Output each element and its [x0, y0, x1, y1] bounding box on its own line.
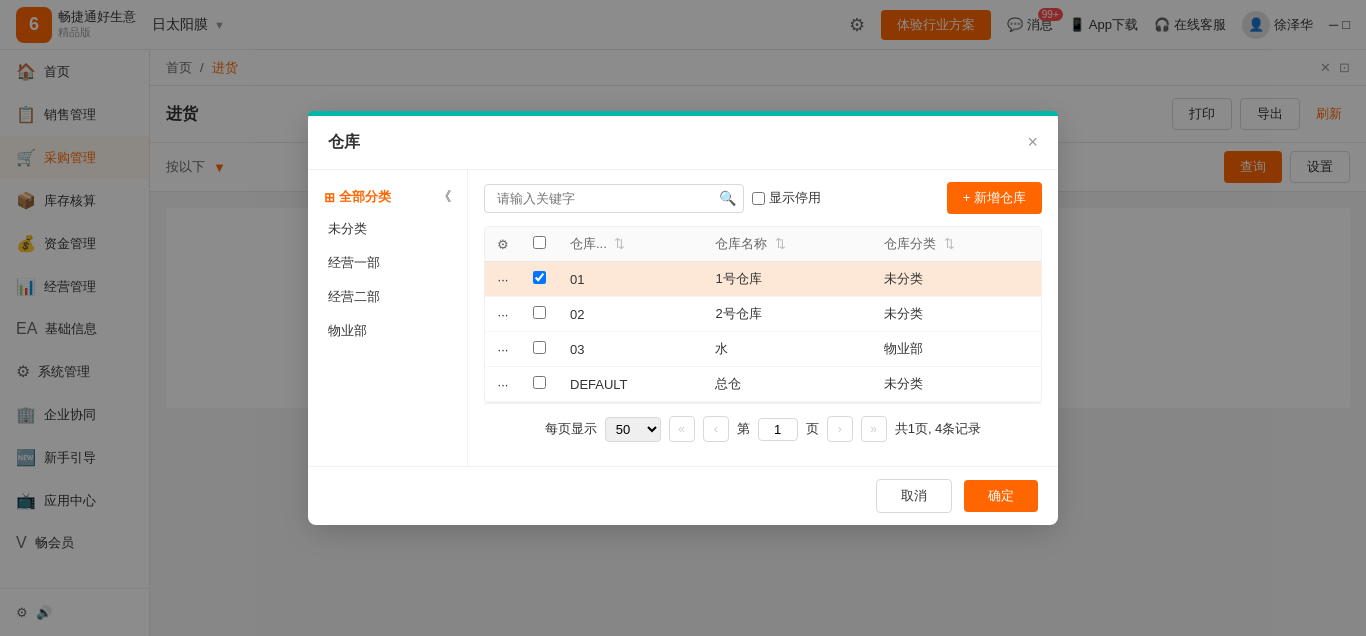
table-row[interactable]: ··· 02 2号仓库 未分类	[485, 297, 1041, 332]
search-input-wrap: 🔍	[484, 184, 744, 213]
sort-name-icon: ⇅	[775, 236, 786, 251]
category-panel: ⊞ 全部分类 《 未分类经营一部经营二部物业部	[308, 170, 468, 466]
page-label: 第	[737, 420, 750, 438]
per-page-label: 每页显示	[545, 420, 597, 438]
search-icon: 🔍	[719, 190, 736, 206]
grid-icon: ⊞	[324, 190, 335, 205]
category-collapse-icon[interactable]: 《	[438, 188, 451, 206]
per-page-select[interactable]: 501020100	[605, 417, 661, 442]
last-page-button[interactable]: »	[861, 416, 887, 442]
confirm-button[interactable]: 确定	[964, 480, 1038, 512]
page-suffix: 页	[806, 420, 819, 438]
row-name-1: 1号仓库	[703, 262, 872, 297]
row-category-4: 未分类	[872, 367, 1041, 402]
pagination: 每页显示 501020100 « ‹ 第 页 › » 共1页, 4条记录	[484, 403, 1042, 454]
modal-body: ⊞ 全部分类 《 未分类经营一部经营二部物业部 🔍 显示停用	[308, 170, 1058, 466]
first-page-button[interactable]: «	[669, 416, 695, 442]
warehouse-modal: 仓库 × ⊞ 全部分类 《 未分类经营一部经营二部物业部 🔍	[308, 111, 1058, 525]
next-page-button[interactable]: ›	[827, 416, 853, 442]
table-row[interactable]: ··· 03 水 物业部	[485, 332, 1041, 367]
category-items: 未分类经营一部经营二部物业部	[308, 212, 467, 348]
show-disabled-label[interactable]: 显示停用	[752, 189, 821, 207]
row-name-3: 水	[703, 332, 872, 367]
row-action-4[interactable]: ···	[485, 367, 521, 402]
row-category-2: 未分类	[872, 297, 1041, 332]
row-checkbox-4[interactable]	[521, 367, 558, 402]
row-category-1: 未分类	[872, 262, 1041, 297]
table-row[interactable]: ··· DEFAULT 总仓 未分类	[485, 367, 1041, 402]
col-name: 仓库名称 ⇅	[703, 227, 872, 262]
page-number-input[interactable]	[758, 418, 798, 441]
category-all-label: 全部分类	[339, 188, 391, 206]
warehouse-table: ⚙ 仓库... ⇅ 仓库名称 ⇅ 仓库分类 ⇅ ··· 01 1号仓库 未分类 …	[484, 226, 1042, 403]
col-settings: ⚙	[485, 227, 521, 262]
category-header[interactable]: ⊞ 全部分类 《	[308, 182, 467, 212]
show-disabled-checkbox[interactable]	[752, 192, 765, 205]
row-action-2[interactable]: ···	[485, 297, 521, 332]
row-num-3: 03	[558, 332, 703, 367]
cancel-button[interactable]: 取消	[876, 479, 952, 513]
warehouse-panel: 🔍 显示停用 + 新增仓库 ⚙ 仓库... ⇅	[468, 170, 1058, 466]
warehouse-toolbar: 🔍 显示停用 + 新增仓库	[484, 182, 1042, 214]
select-all-checkbox[interactable]	[533, 236, 546, 249]
table-row[interactable]: ··· 01 1号仓库 未分类	[485, 262, 1041, 297]
row-action-1[interactable]: ···	[485, 262, 521, 297]
row-num-1: 01	[558, 262, 703, 297]
col-code: 仓库... ⇅	[558, 227, 703, 262]
prev-page-button[interactable]: ‹	[703, 416, 729, 442]
modal-footer: 取消 确定	[308, 466, 1058, 525]
category-item-经营一部[interactable]: 经营一部	[308, 246, 467, 280]
modal-close-button[interactable]: ×	[1027, 132, 1038, 153]
row-name-2: 2号仓库	[703, 297, 872, 332]
category-item-经营二部[interactable]: 经营二部	[308, 280, 467, 314]
total-info: 共1页, 4条记录	[895, 420, 982, 438]
add-warehouse-button[interactable]: + 新增仓库	[947, 182, 1042, 214]
row-num-2: 02	[558, 297, 703, 332]
col-checkbox	[521, 227, 558, 262]
table-header-row: ⚙ 仓库... ⇅ 仓库名称 ⇅ 仓库分类 ⇅	[485, 227, 1041, 262]
row-checkbox-1[interactable]	[521, 262, 558, 297]
row-num-4: DEFAULT	[558, 367, 703, 402]
sort-code-icon: ⇅	[614, 236, 625, 251]
modal-header: 仓库 ×	[308, 116, 1058, 170]
row-checkbox-3[interactable]	[521, 332, 558, 367]
row-checkbox-2[interactable]	[521, 297, 558, 332]
row-action-3[interactable]: ···	[485, 332, 521, 367]
modal-title: 仓库	[328, 132, 360, 153]
warehouse-tbody: ··· 01 1号仓库 未分类 ··· 02 2号仓库 未分类 ··· 03 水…	[485, 262, 1041, 402]
warehouse-data-table: ⚙ 仓库... ⇅ 仓库名称 ⇅ 仓库分类 ⇅ ··· 01 1号仓库 未分类 …	[485, 227, 1041, 402]
category-item-物业部[interactable]: 物业部	[308, 314, 467, 348]
sort-category-icon: ⇅	[944, 236, 955, 251]
search-input[interactable]	[484, 184, 744, 213]
category-item-未分类[interactable]: 未分类	[308, 212, 467, 246]
modal-overlay: 仓库 × ⊞ 全部分类 《 未分类经营一部经营二部物业部 🔍	[0, 0, 1366, 636]
row-category-3: 物业部	[872, 332, 1041, 367]
table-header: ⚙ 仓库... ⇅ 仓库名称 ⇅ 仓库分类 ⇅	[485, 227, 1041, 262]
row-name-4: 总仓	[703, 367, 872, 402]
col-category: 仓库分类 ⇅	[872, 227, 1041, 262]
